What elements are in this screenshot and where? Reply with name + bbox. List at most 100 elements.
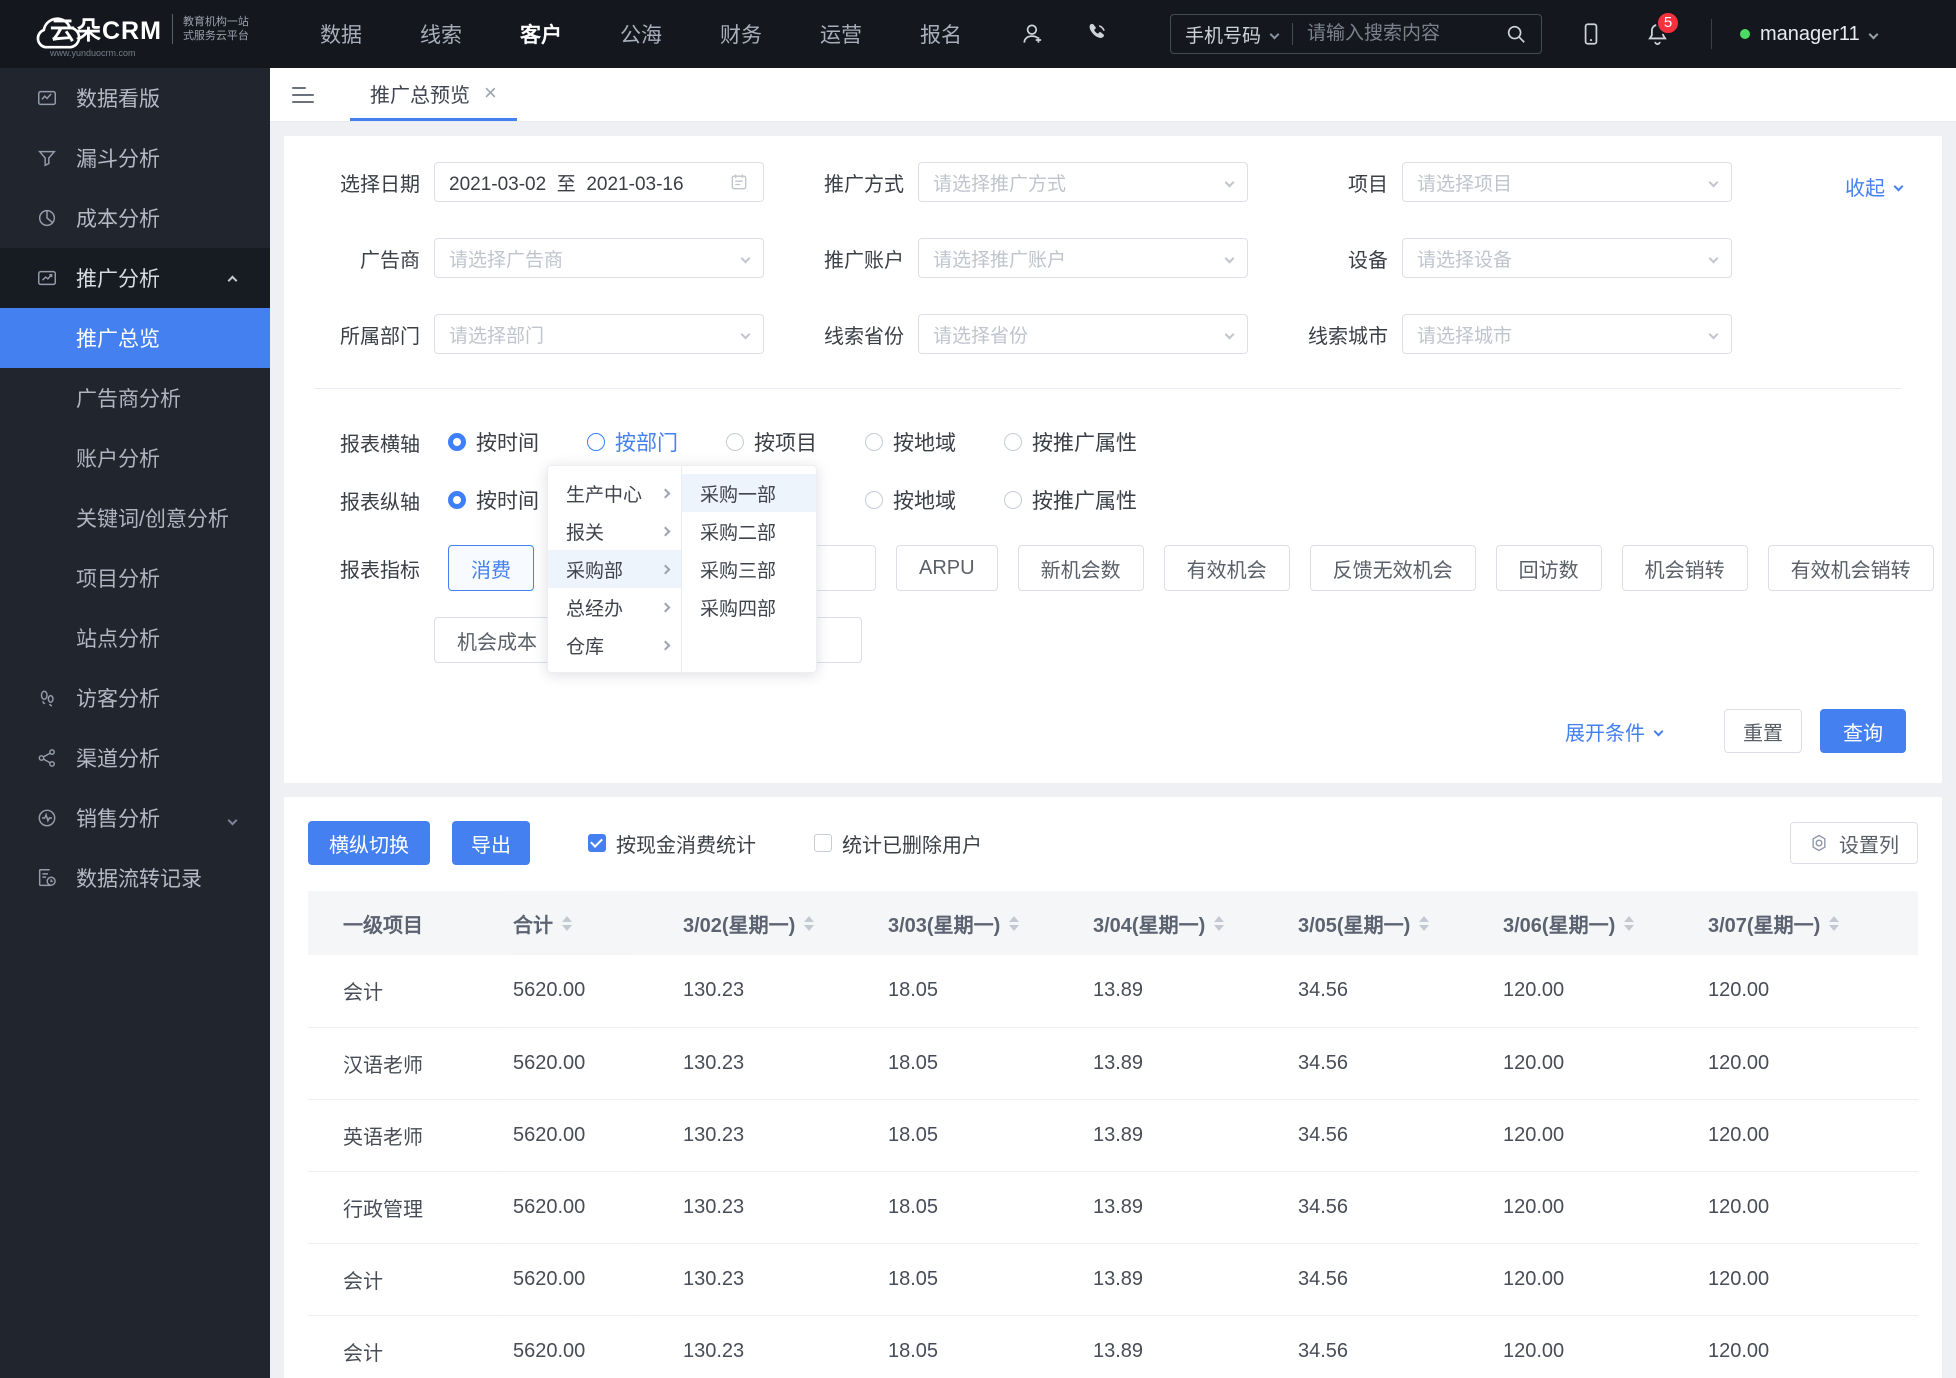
sort-icon[interactable] [1419, 915, 1430, 931]
city-select[interactable]: 请选择城市 [1402, 314, 1732, 354]
city-label: 线索城市 [1308, 325, 1388, 348]
sidebar-item-channel-analysis[interactable]: 渠道分析 [0, 728, 270, 788]
col-day-header[interactable]: 3/02(星期一) [638, 891, 843, 955]
sidebar-item-visitor-analysis[interactable]: 访客分析 [0, 668, 270, 728]
date-range-field[interactable]: 2021-03-02 至 2021-03-16 [434, 162, 764, 202]
cell-value: 18.05 [843, 955, 1048, 1028]
sidebar-subitem-promotion-overview[interactable]: 推广总览 [0, 308, 270, 368]
sidebar-item-funnel-analysis[interactable]: 漏斗分析 [0, 128, 270, 188]
brand-logo[interactable]: 云朵CRM 教育机构一站 式服务云平台 www.yunduocrm.com [0, 11, 270, 58]
chevron-down-icon [1224, 253, 1235, 263]
indicator-opportunity-conversion-button[interactable]: 机会销转 [1621, 545, 1748, 591]
cell-total: 5620.00 [478, 1243, 638, 1316]
switch-axes-button[interactable]: 横纵切换 [308, 821, 430, 865]
sidebar-subitem-keyword-creative-analysis[interactable]: 关键词/创意分析 [0, 488, 270, 548]
nav-item-data[interactable]: 数据 [320, 19, 362, 49]
indicator-arpu-button[interactable]: ARPU [896, 545, 998, 591]
notifications[interactable]: 5 [1644, 10, 1680, 48]
collapse-menu-icon[interactable] [292, 68, 314, 121]
indicator-feedback-invalid-button[interactable]: 反馈无效机会 [1309, 545, 1476, 591]
radio-selected-icon [448, 491, 466, 509]
sort-icon[interactable] [1624, 915, 1635, 931]
indicator-new-opportunities-button[interactable]: 新机会数 [1017, 545, 1144, 591]
filter-row-1: 选择日期 2021-03-02 至 2021-03-16 推广方式 请选择推广方… [310, 162, 1906, 202]
nav-item-customers[interactable]: 客户 [520, 19, 562, 49]
sidebar-item-promotion-analysis[interactable]: 推广分析 [0, 248, 270, 308]
col-total-header[interactable]: 合计 [478, 891, 638, 955]
tab-close-icon[interactable]: × [484, 82, 497, 104]
col-day-header[interactable]: 3/03(星期一) [843, 891, 1048, 955]
export-button[interactable]: 导出 [452, 821, 530, 865]
sort-icon[interactable] [1829, 915, 1840, 931]
deleted-users-checkbox[interactable]: 统计已删除用户 [814, 829, 982, 858]
sidebar-subitem-site-analysis[interactable]: 站点分析 [0, 608, 270, 668]
sort-icon[interactable] [1009, 915, 1020, 931]
chevron-right-icon [660, 488, 671, 498]
nav-item-finance[interactable]: 财务 [720, 19, 762, 49]
y-radio-by-region[interactable]: 按地域 [865, 485, 956, 515]
chevron-down-icon [227, 806, 238, 830]
sidebar-subitem-project-analysis[interactable]: 项目分析 [0, 548, 270, 608]
nav-item-public-pool[interactable]: 公海 [620, 19, 662, 49]
phone-handset-icon[interactable] [1084, 21, 1110, 47]
x-radio-by-project[interactable]: 按项目 [726, 427, 817, 457]
sort-icon[interactable] [562, 915, 572, 931]
sort-icon[interactable] [1214, 915, 1225, 931]
sidebar-item-data-flow-records[interactable]: 数据流转记录 [0, 848, 270, 908]
cell-value: 13.89 [1048, 1171, 1253, 1244]
col-day-header[interactable]: 3/07(星期一) [1663, 891, 1868, 955]
search-category-select[interactable]: 手机号码 [1185, 21, 1280, 48]
indicator-consumption-button[interactable]: 消费 [448, 545, 534, 591]
cascader-item-warehouse[interactable]: 仓库 [548, 626, 681, 664]
cascader-item-purchasing-2[interactable]: 采购二部 [682, 512, 816, 550]
cascader-item-customs[interactable]: 报关 [548, 512, 681, 550]
col-day-header[interactable]: 3/04(星期一) [1048, 891, 1253, 955]
collapse-filters-link[interactable]: 收起 [1845, 172, 1904, 201]
advertiser-select[interactable]: 请选择广告商 [434, 238, 764, 278]
cascader-item-purchasing-4[interactable]: 采购四部 [682, 588, 816, 626]
sidebar-item-cost-analysis[interactable]: 成本分析 [0, 188, 270, 248]
cascader-item-production-center[interactable]: 生产中心 [548, 474, 681, 512]
x-radio-by-department[interactable]: 按部门 [587, 427, 678, 457]
cascader-item-purchasing-dept[interactable]: 采购部 [548, 550, 681, 588]
promotion-account-select[interactable]: 请选择推广账户 [918, 238, 1248, 278]
sort-icon[interactable] [804, 915, 815, 931]
sidebar-subitem-advertiser-analysis[interactable]: 广告商分析 [0, 368, 270, 428]
nav-item-leads[interactable]: 线索 [420, 19, 462, 49]
indicator-opportunity-cost-button[interactable]: 机会成本 [434, 617, 560, 663]
x-radio-by-promotion-attribute[interactable]: 按推广属性 [1004, 427, 1137, 457]
search-input[interactable] [1307, 23, 1505, 45]
search-icon[interactable] [1505, 23, 1527, 45]
y-radio-by-promotion-attribute[interactable]: 按推广属性 [1004, 485, 1137, 515]
y-radio-by-time[interactable]: 按时间 [448, 485, 539, 515]
cascader-item-purchasing-3[interactable]: 采购三部 [682, 550, 816, 588]
cascader-item-general-office[interactable]: 总经办 [548, 588, 681, 626]
user-menu[interactable]: manager11 [1740, 23, 1911, 46]
indicator-callback-count-button[interactable]: 回访数 [1495, 545, 1602, 591]
sidebar-item-sales-analysis[interactable]: 销售分析 [0, 788, 270, 848]
cash-consumption-checkbox[interactable]: 按现金消费统计 [588, 829, 756, 858]
sidebar-subitem-account-analysis[interactable]: 账户分析 [0, 428, 270, 488]
x-radio-by-region[interactable]: 按地域 [865, 427, 956, 457]
project-select[interactable]: 请选择项目 [1402, 162, 1732, 202]
column-settings-button[interactable]: 设置列 [1790, 822, 1918, 864]
add-user-icon[interactable] [1020, 21, 1046, 47]
tab-promotion-overview[interactable]: 推广总预览 × [350, 68, 517, 121]
indicator-valid-opportunities-button[interactable]: 有效机会 [1163, 545, 1290, 591]
x-radio-by-time[interactable]: 按时间 [448, 427, 539, 457]
expand-conditions-link[interactable]: 展开条件 [1565, 717, 1664, 746]
query-button[interactable]: 查询 [1820, 709, 1906, 753]
indicator-valid-opportunity-conversion-button[interactable]: 有效机会销转 [1767, 545, 1934, 591]
mobile-device-icon[interactable] [1578, 21, 1604, 47]
nav-item-operations[interactable]: 运营 [820, 19, 862, 49]
col-day-header[interactable]: 3/05(星期一) [1253, 891, 1458, 955]
device-select[interactable]: 请选择设备 [1402, 238, 1732, 278]
sidebar-item-dashboard[interactable]: 数据看版 [0, 68, 270, 128]
reset-button[interactable]: 重置 [1724, 709, 1802, 753]
department-select[interactable]: 请选择部门 [434, 314, 764, 354]
cascader-item-purchasing-1[interactable]: 采购一部 [682, 474, 816, 512]
nav-item-signup[interactable]: 报名 [920, 19, 962, 49]
promotion-method-select[interactable]: 请选择推广方式 [918, 162, 1248, 202]
col-day-header[interactable]: 3/06(星期一) [1458, 891, 1663, 955]
province-select[interactable]: 请选择省份 [918, 314, 1248, 354]
